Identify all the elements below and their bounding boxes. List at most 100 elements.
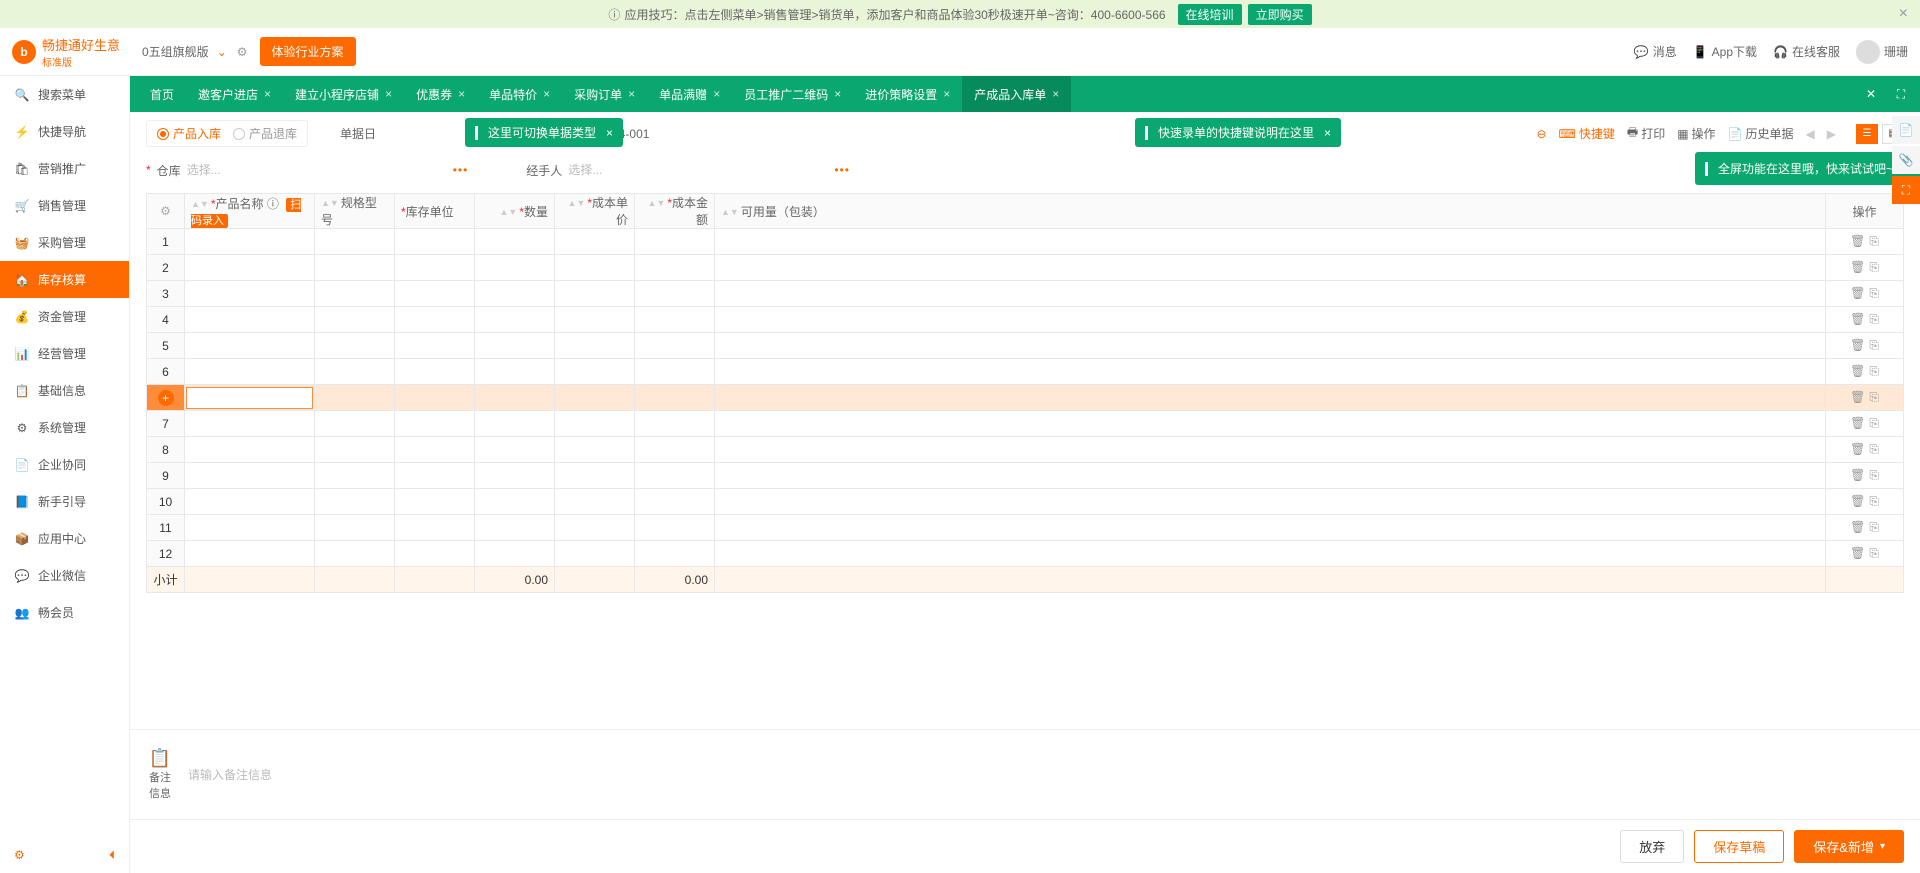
add-row-icon[interactable]: + xyxy=(158,390,174,406)
col-spec[interactable]: ▲▼规格型号 xyxy=(315,194,395,229)
sidebar-item[interactable]: 💬企业微信 xyxy=(0,557,129,594)
radio-product-in[interactable]: 产品入库 xyxy=(157,125,221,142)
product-name-input[interactable] xyxy=(186,387,313,409)
tab-close-icon[interactable]: × xyxy=(1052,87,1059,101)
row-copy-icon[interactable]: ⎘ xyxy=(1869,364,1879,379)
app-download-button[interactable]: 📱App下载 xyxy=(1693,43,1757,60)
radio-product-return[interactable]: 产品退库 xyxy=(233,125,297,142)
row-copy-icon[interactable]: ⎘ xyxy=(1869,390,1879,405)
row-delete-icon[interactable]: 🗑 xyxy=(1850,234,1865,248)
user-menu[interactable]: 珊珊 xyxy=(1856,40,1908,64)
row-copy-icon[interactable]: ⎘ xyxy=(1869,260,1879,275)
row-delete-icon[interactable]: 🗑 xyxy=(1850,364,1865,378)
save-draft-button[interactable]: 保存草稿 xyxy=(1694,830,1784,863)
tab[interactable]: 员工推广二维码× xyxy=(732,76,853,112)
row-copy-icon[interactable]: ⎘ xyxy=(1869,468,1879,483)
tab[interactable]: 优惠券× xyxy=(404,76,477,112)
operation-button[interactable]: ▦ 操作 xyxy=(1677,125,1715,142)
sidebar-collapse-button[interactable]: ⏴ xyxy=(109,848,115,863)
prev-doc-button[interactable]: ◀ xyxy=(1806,127,1815,141)
table-row[interactable]: 5🗑⎘ xyxy=(147,333,1904,359)
col-available[interactable]: ▲▼可用量（包装） xyxy=(715,194,1826,229)
row-copy-icon[interactable]: ⎘ xyxy=(1869,520,1879,535)
tab[interactable]: 采购订单× xyxy=(562,76,647,112)
tab-close-icon[interactable]: × xyxy=(264,87,271,101)
col-unit[interactable]: *库存单位 xyxy=(395,194,475,229)
row-copy-icon[interactable]: ⎘ xyxy=(1869,312,1879,327)
row-delete-icon[interactable]: 🗑 xyxy=(1850,286,1865,300)
tab[interactable]: 首页 xyxy=(138,76,186,112)
col-qty[interactable]: ▲▼*数量 xyxy=(475,194,555,229)
tab-close-icon[interactable]: × xyxy=(834,87,841,101)
tip1-close-icon[interactable]: × xyxy=(606,126,613,140)
tab-close-icon[interactable]: × xyxy=(713,87,720,101)
row-delete-icon[interactable]: 🗑 xyxy=(1850,546,1865,560)
table-row[interactable]: +🗑⎘ xyxy=(147,385,1904,411)
table-row[interactable]: 12🗑⎘ xyxy=(147,541,1904,567)
table-row[interactable]: 2🗑⎘ xyxy=(147,255,1904,281)
warehouse-field[interactable]: *仓库 选择... ••• xyxy=(146,161,468,179)
tabs-close-all-button[interactable]: ✕ xyxy=(1860,83,1882,105)
tab[interactable]: 产成品入库单× xyxy=(962,76,1071,112)
banner-buy-button[interactable]: 立即购买 xyxy=(1248,4,1312,25)
customer-service-button[interactable]: 🎧在线客服 xyxy=(1773,43,1840,60)
row-delete-icon[interactable]: 🗑 xyxy=(1850,520,1865,534)
hotkey-button[interactable]: ⌨ 快捷键 xyxy=(1559,125,1615,142)
table-row[interactable]: 9🗑⎘ xyxy=(147,463,1904,489)
row-delete-icon[interactable]: 🗑 xyxy=(1850,338,1865,352)
table-row[interactable]: 1🗑⎘ xyxy=(147,229,1904,255)
tab[interactable]: 单品特价× xyxy=(477,76,562,112)
table-row[interactable]: 7🗑⎘ xyxy=(147,411,1904,437)
discard-button[interactable]: 放弃 xyxy=(1620,830,1684,863)
col-product-name[interactable]: ▲▼*产品名称 ⓘ 扫码录入 xyxy=(185,194,315,229)
row-copy-icon[interactable]: ⎘ xyxy=(1869,234,1879,249)
tab-close-icon[interactable]: × xyxy=(543,87,550,101)
banner-training-button[interactable]: 在线培训 xyxy=(1178,4,1242,25)
history-button[interactable]: 📄 历史单据 xyxy=(1728,125,1794,142)
messages-button[interactable]: 💬消息 xyxy=(1634,43,1677,60)
row-copy-icon[interactable]: ⎘ xyxy=(1869,442,1879,457)
row-copy-icon[interactable]: ⎘ xyxy=(1869,286,1879,301)
tab[interactable]: 建立小程序店铺× xyxy=(283,76,404,112)
table-row[interactable]: 8🗑⎘ xyxy=(147,437,1904,463)
tab[interactable]: 邀客户进店× xyxy=(186,76,283,112)
tab[interactable]: 单品满赠× xyxy=(647,76,732,112)
sidebar-item[interactable]: 🛍营销推广 xyxy=(0,150,129,187)
sidebar-item[interactable]: 📘新手引导 xyxy=(0,483,129,520)
save-and-new-button[interactable]: 保存&新增▾ xyxy=(1794,830,1904,863)
org-settings-button[interactable]: ⚙ xyxy=(237,45,248,59)
view-list-button[interactable]: ☰ xyxy=(1856,124,1878,144)
sidebar-item[interactable]: 📊经营管理 xyxy=(0,335,129,372)
row-delete-icon[interactable]: 🗑 xyxy=(1850,442,1865,456)
sidebar-settings-button[interactable]: ⚙ xyxy=(14,848,25,863)
row-delete-icon[interactable]: 🗑 xyxy=(1850,312,1865,326)
tab-close-icon[interactable]: × xyxy=(385,87,392,101)
sidebar-item[interactable]: 📄企业协同 xyxy=(0,446,129,483)
handler-field[interactable]: 经手人 选择... ••• xyxy=(526,161,850,179)
banner-close-icon[interactable]: × xyxy=(1899,5,1908,23)
tab-close-icon[interactable]: × xyxy=(943,87,950,101)
remarks-input[interactable] xyxy=(188,768,1904,782)
next-doc-button[interactable]: ▶ xyxy=(1827,127,1836,141)
row-delete-icon[interactable]: 🗑 xyxy=(1850,494,1865,508)
industry-solution-button[interactable]: 体验行业方案 xyxy=(260,37,356,66)
sidebar-item[interactable]: 🛒销售管理 xyxy=(0,187,129,224)
sidebar-item[interactable]: 🧺采购管理 xyxy=(0,224,129,261)
row-delete-icon[interactable]: 🗑 xyxy=(1850,468,1865,482)
row-copy-icon[interactable]: ⎘ xyxy=(1869,338,1879,353)
tab-close-icon[interactable]: × xyxy=(628,87,635,101)
table-row[interactable]: 6🗑⎘ xyxy=(147,359,1904,385)
table-row[interactable]: 4🗑⎘ xyxy=(147,307,1904,333)
rail-doc-button[interactable]: 📄 xyxy=(1892,116,1920,144)
rail-attach-button[interactable]: 📎 xyxy=(1892,146,1920,174)
handler-picker-icon[interactable]: ••• xyxy=(834,163,850,177)
row-delete-icon[interactable]: 🗑 xyxy=(1850,416,1865,430)
table-row[interactable]: 3🗑⎘ xyxy=(147,281,1904,307)
col-settings-button[interactable]: ⚙ xyxy=(147,194,185,229)
sidebar-item[interactable]: 📦应用中心 xyxy=(0,520,129,557)
sidebar-item[interactable]: 🔍搜索菜单 xyxy=(0,76,129,113)
row-copy-icon[interactable]: ⎘ xyxy=(1869,494,1879,509)
tab[interactable]: 进价策略设置× xyxy=(853,76,962,112)
sidebar-item[interactable]: 👥畅会员 xyxy=(0,594,129,631)
sidebar-item[interactable]: ⚙系统管理 xyxy=(0,409,129,446)
